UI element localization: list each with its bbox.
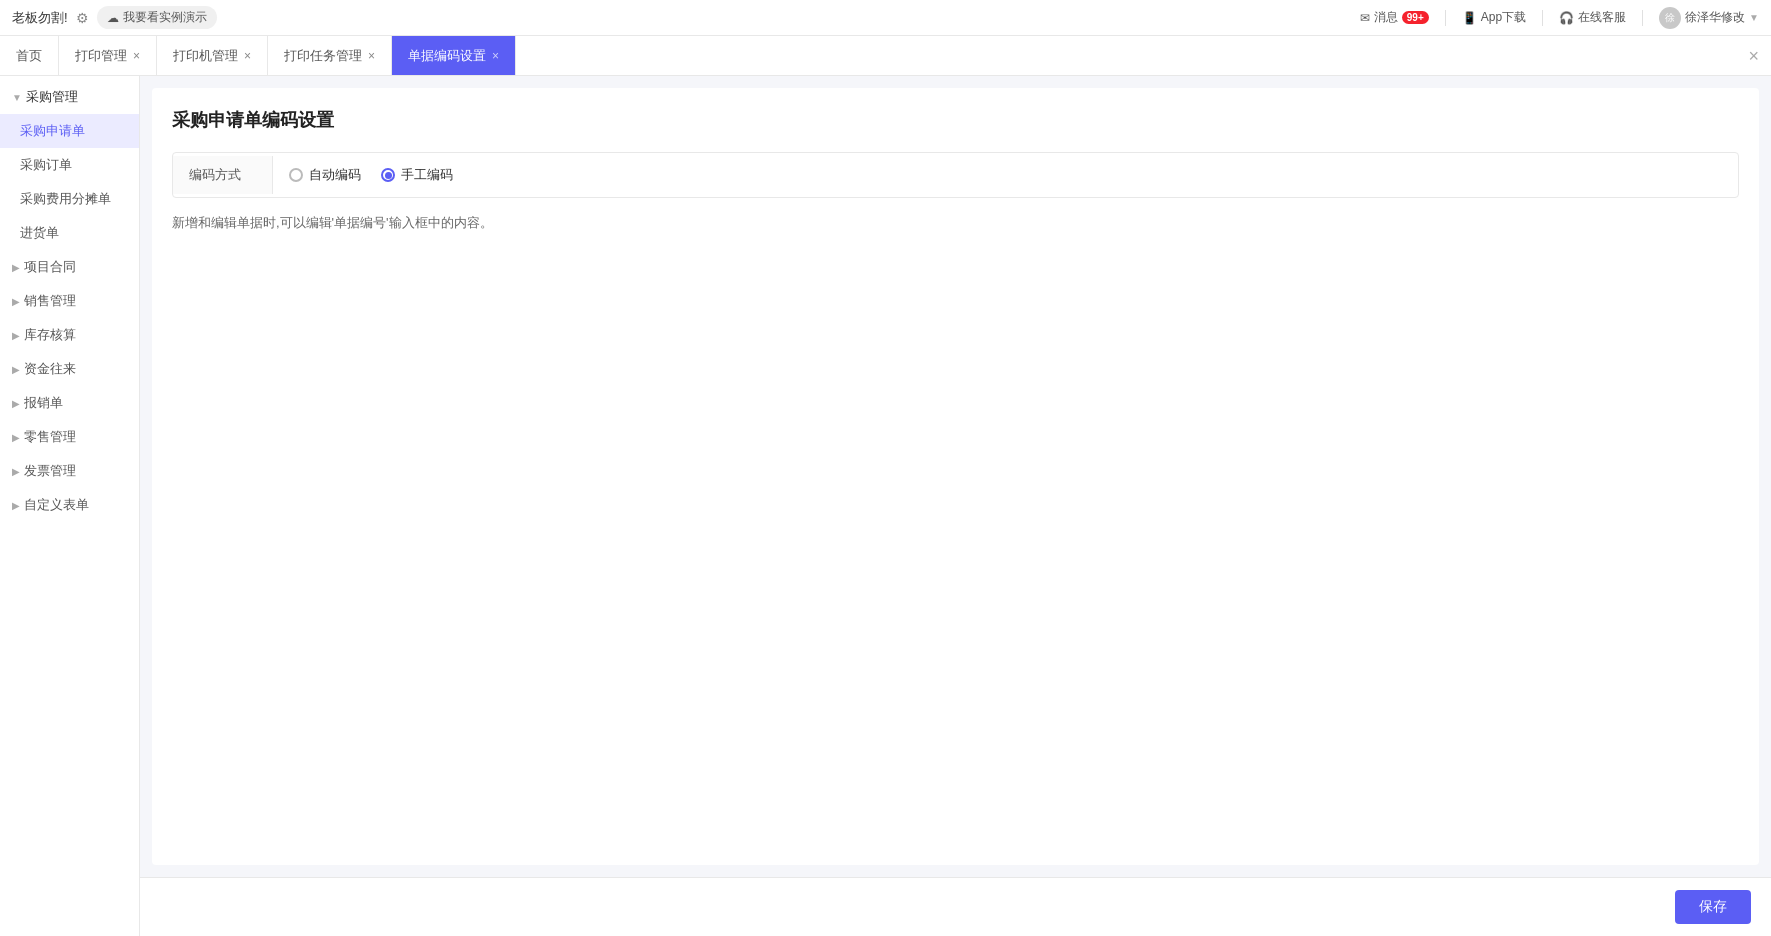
- tab-single-code-settings[interactable]: 单据编码设置 ×: [392, 36, 516, 75]
- tab-home-label: 首页: [16, 47, 42, 65]
- tab-print-task-mgmt-label: 打印任务管理: [284, 47, 362, 65]
- sidebar-item-goods-receipt[interactable]: 进货单: [0, 216, 139, 250]
- message-label: 消息: [1374, 9, 1398, 26]
- chevron-right-icon6: ▶: [12, 432, 20, 443]
- message-button[interactable]: ✉ 消息 99+: [1360, 9, 1429, 26]
- close-all-tabs-button[interactable]: ×: [1748, 45, 1759, 66]
- username: 徐泽华修改: [1685, 9, 1745, 26]
- radio-manual-label: 手工编码: [401, 166, 453, 184]
- message-icon: ✉: [1360, 11, 1370, 25]
- app-download-label: App下载: [1481, 9, 1526, 26]
- save-button[interactable]: 保存: [1675, 890, 1751, 924]
- sidebar-item-purchase-order-label: 采购订单: [20, 157, 72, 172]
- radio-auto-circle: [289, 168, 303, 182]
- sidebar-group-inventory[interactable]: ▶ 库存核算: [0, 318, 139, 352]
- chevron-right-icon8: ▶: [12, 500, 20, 511]
- top-bar-left: 老板勿割! ⚙ ☁ 我要看实例演示: [12, 6, 217, 29]
- encoding-row: 编码方式 自动编码 手工编码: [173, 153, 1738, 197]
- tab-printer-mgmt[interactable]: 打印机管理 ×: [157, 36, 268, 75]
- demo-button[interactable]: ☁ 我要看实例演示: [97, 6, 217, 29]
- sidebar-item-purchase-order[interactable]: 采购订单: [0, 148, 139, 182]
- sidebar-group-purchase-title[interactable]: ▼ 采购管理: [0, 80, 139, 114]
- hint-text: 新增和编辑单据时,可以编辑'单据编号'输入框中的内容。: [172, 214, 1739, 232]
- demo-text: 我要看实例演示: [123, 9, 207, 26]
- tab-bar: 首页 打印管理 × 打印机管理 × 打印任务管理 × 单据编码设置 × ×: [0, 36, 1771, 76]
- content-area: 采购申请单编码设置 编码方式 自动编码 手工编码: [140, 76, 1771, 936]
- divider3: [1642, 10, 1643, 26]
- top-bar-right: ✉ 消息 99+ 📱 App下载 🎧 在线客服 徐 徐泽华修改 ▼: [1360, 7, 1759, 29]
- tab-print-task-mgmt[interactable]: 打印任务管理 ×: [268, 36, 392, 75]
- chevron-right-icon3: ▶: [12, 330, 20, 341]
- tab-printer-mgmt-label: 打印机管理: [173, 47, 238, 65]
- content-inner: 采购申请单编码设置 编码方式 自动编码 手工编码: [152, 88, 1759, 865]
- gear-icon[interactable]: ⚙: [76, 10, 89, 26]
- sidebar-group-purchase: ▼ 采购管理 采购申请单 采购订单 采购费用分摊单 进货单: [0, 80, 139, 250]
- sidebar-item-goods-receipt-label: 进货单: [20, 225, 59, 240]
- online-service-button[interactable]: 🎧 在线客服: [1559, 9, 1626, 26]
- sidebar-group-custom-forms-label: 自定义表单: [24, 496, 89, 514]
- sidebar-group-invoice[interactable]: ▶ 发票管理: [0, 454, 139, 488]
- tab-print-mgmt[interactable]: 打印管理 ×: [59, 36, 157, 75]
- sidebar-item-purchase-expense-label: 采购费用分摊单: [20, 191, 111, 206]
- chevron-right-icon: ▶: [12, 262, 20, 273]
- top-bar: 老板勿割! ⚙ ☁ 我要看实例演示 ✉ 消息 99+ 📱 App下载 🎧 在线客…: [0, 0, 1771, 36]
- tab-print-mgmt-label: 打印管理: [75, 47, 127, 65]
- tab-single-code-settings-close[interactable]: ×: [492, 49, 499, 63]
- online-service-label: 在线客服: [1578, 9, 1626, 26]
- chevron-right-icon5: ▶: [12, 398, 20, 409]
- sidebar: ▼ 采购管理 采购申请单 采购订单 采购费用分摊单 进货单 ▶ 项目合同 ▶ 销…: [0, 76, 140, 936]
- sidebar-group-purchase-label: 采购管理: [26, 88, 78, 106]
- sidebar-group-returns-label: 报销单: [24, 394, 63, 412]
- sidebar-item-purchase-request[interactable]: 采购申请单: [0, 114, 139, 148]
- page-title: 采购申请单编码设置: [172, 108, 1739, 132]
- user-profile[interactable]: 徐 徐泽华修改 ▼: [1659, 7, 1759, 29]
- tab-home[interactable]: 首页: [0, 36, 59, 75]
- sidebar-group-sales-mgmt-label: 销售管理: [24, 292, 76, 310]
- tab-print-mgmt-close[interactable]: ×: [133, 49, 140, 63]
- sidebar-group-funds-label: 资金往来: [24, 360, 76, 378]
- chevron-down-icon: ▼: [12, 92, 22, 103]
- tab-printer-mgmt-close[interactable]: ×: [244, 49, 251, 63]
- encoding-label: 编码方式: [173, 156, 273, 194]
- app-download-button[interactable]: 📱 App下载: [1462, 9, 1526, 26]
- chevron-right-icon7: ▶: [12, 466, 20, 477]
- divider2: [1542, 10, 1543, 26]
- tab-single-code-settings-label: 单据编码设置: [408, 47, 486, 65]
- chevron-right-icon4: ▶: [12, 364, 20, 375]
- sidebar-group-sales-mgmt[interactable]: ▶ 销售管理: [0, 284, 139, 318]
- app-download-icon: 📱: [1462, 11, 1477, 25]
- radio-manual-circle: [381, 168, 395, 182]
- encoding-value: 自动编码 手工编码: [273, 156, 469, 194]
- sidebar-group-retail-label: 零售管理: [24, 428, 76, 446]
- sidebar-item-purchase-expense[interactable]: 采购费用分摊单: [0, 182, 139, 216]
- avatar: 徐: [1659, 7, 1681, 29]
- sidebar-item-purchase-request-label: 采购申请单: [20, 123, 85, 138]
- sidebar-group-custom-forms[interactable]: ▶ 自定义表单: [0, 488, 139, 522]
- headset-icon: 🎧: [1559, 11, 1574, 25]
- radio-auto-label: 自动编码: [309, 166, 361, 184]
- logo-text: 老板勿割!: [12, 9, 68, 27]
- encoding-form: 编码方式 自动编码 手工编码: [172, 152, 1739, 198]
- sidebar-group-invoice-label: 发票管理: [24, 462, 76, 480]
- divider: [1445, 10, 1446, 26]
- message-badge: 99+: [1402, 11, 1429, 24]
- tab-print-task-mgmt-close[interactable]: ×: [368, 49, 375, 63]
- sidebar-group-retail[interactable]: ▶ 零售管理: [0, 420, 139, 454]
- sidebar-group-returns[interactable]: ▶ 报销单: [0, 386, 139, 420]
- radio-auto-option[interactable]: 自动编码: [289, 166, 361, 184]
- radio-manual-option[interactable]: 手工编码: [381, 166, 453, 184]
- sidebar-group-project-contract-label: 项目合同: [24, 258, 76, 276]
- sidebar-group-funds[interactable]: ▶ 资金往来: [0, 352, 139, 386]
- cloud-icon: ☁: [107, 11, 119, 25]
- bottom-bar: 保存: [140, 877, 1771, 936]
- main-layout: ▼ 采购管理 采购申请单 采购订单 采购费用分摊单 进货单 ▶ 项目合同 ▶ 销…: [0, 76, 1771, 936]
- sidebar-group-project-contract[interactable]: ▶ 项目合同: [0, 250, 139, 284]
- sidebar-group-inventory-label: 库存核算: [24, 326, 76, 344]
- chevron-right-icon2: ▶: [12, 296, 20, 307]
- chevron-down-icon: ▼: [1749, 12, 1759, 23]
